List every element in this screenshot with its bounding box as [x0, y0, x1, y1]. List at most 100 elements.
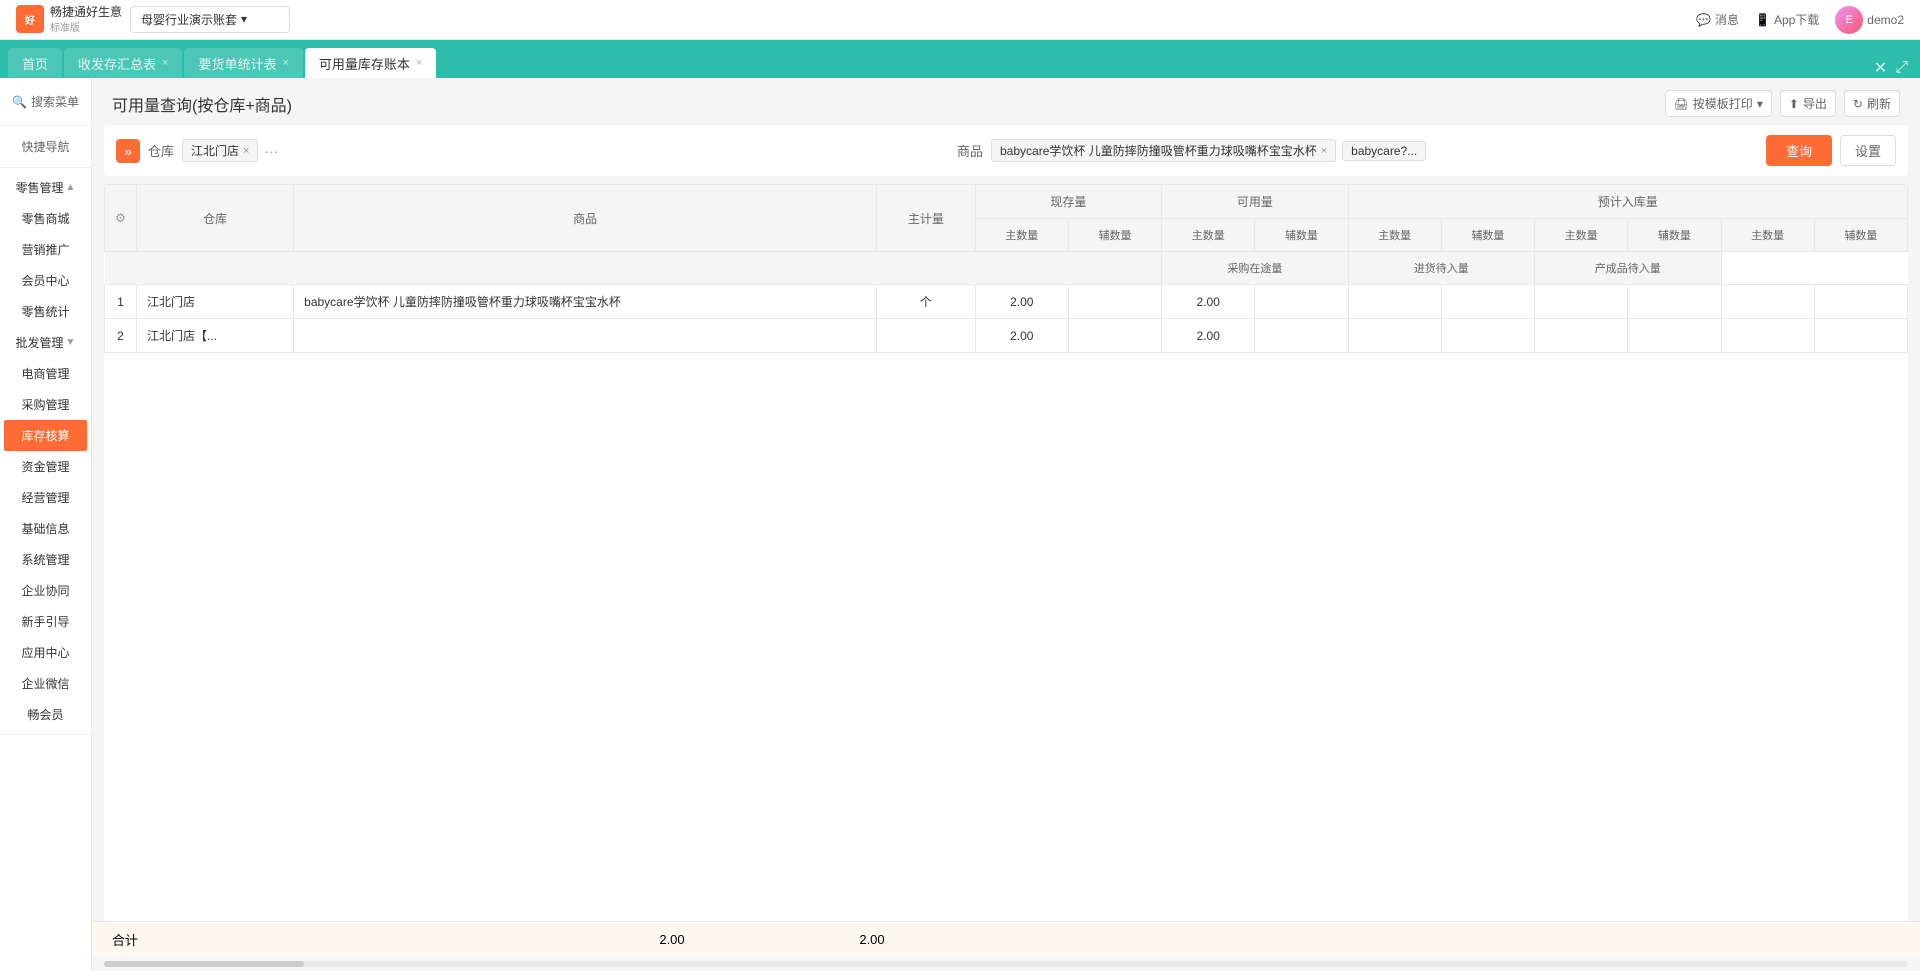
td-index-2: 2	[105, 319, 137, 353]
tab-receipt-summary[interactable]: 收发存汇总表 ×	[64, 48, 182, 78]
message-btn[interactable]: 💬 消息	[1696, 11, 1739, 28]
settings-gear-icon[interactable]: ⚙	[115, 211, 126, 225]
warehouse-tag-close[interactable]: ×	[243, 145, 249, 157]
tab-order-stats-close[interactable]: ×	[282, 57, 288, 69]
product-tag-2[interactable]: babycare?...	[1342, 141, 1426, 161]
sidebar-item-finance[interactable]: 资金管理	[0, 451, 91, 482]
sidebar-item-vip[interactable]: 畅会员	[0, 699, 91, 730]
sidebar-search-area: 🔍 搜索菜单	[0, 78, 91, 126]
refresh-label: 刷新	[1867, 95, 1891, 112]
sidebar-item-app-center-label: 应用中心	[21, 644, 69, 661]
sidebar-item-retail-mgmt[interactable]: 零售管理 ▲	[0, 172, 91, 203]
logo-text: 畅捷通好生意	[50, 5, 122, 19]
td-stock-main-1: 2.00	[975, 285, 1068, 319]
th-main-unit: 主计量	[877, 185, 975, 252]
search-menu-btn[interactable]: 🔍 搜索菜单	[8, 88, 83, 115]
td-warehouse-2: 江北门店【...	[137, 319, 294, 353]
sidebar-item-system-label: 系统管理	[21, 551, 69, 568]
content-area: 可用量查询(按仓库+商品) 🖨 按模板打印 ▾ ⬆ 导出 ↻ 刷新	[92, 78, 1920, 971]
sidebar-item-vip-label: 畅会员	[27, 706, 63, 723]
product-label: 商品	[957, 141, 983, 160]
top-bar: 好 畅捷通好生意 标准版 母婴行业演示账套 ▾ 💬 消息 📱 App下载 E d…	[0, 0, 1920, 40]
phone-icon: 📱	[1755, 13, 1770, 27]
org-selector[interactable]: 母婴行业演示账套 ▾	[130, 6, 290, 33]
th-pt-aux: 辅数量	[1441, 219, 1534, 252]
sidebar-item-retail-mall-label: 零售商城	[21, 210, 69, 227]
sidebar-item-inventory-label: 库存核算	[21, 427, 69, 444]
scroll-bar-area	[92, 957, 1920, 971]
sidebar-nav: 快捷导航	[0, 126, 91, 168]
sidebar-item-retail-stats[interactable]: 零售统计	[0, 296, 91, 327]
sidebar-item-wholesale[interactable]: 批发管理 ▼	[0, 327, 91, 358]
search-icon: 🔍	[12, 95, 27, 109]
sidebar-quick-nav[interactable]: 快捷导航	[0, 132, 91, 161]
th-stock-aux: 辅数量	[1068, 219, 1161, 252]
sidebar-item-basics-label: 基础信息	[21, 520, 69, 537]
filter-expand-btn[interactable]: »	[116, 139, 140, 163]
warehouse-tag[interactable]: 江北门店 ×	[182, 139, 258, 162]
export-btn[interactable]: ⬆ 导出	[1780, 90, 1836, 117]
sidebar-item-inventory[interactable]: 库存核算	[4, 420, 87, 451]
sidebar: 🔍 搜索菜单 快捷导航 零售管理 ▲ 零售商城 营销推广 会员中心	[0, 78, 92, 971]
td-warehouse-1: 江北门店	[137, 285, 294, 319]
close-tab-icon[interactable]: ✕	[1874, 58, 1887, 78]
sidebar-item-marketing-label: 营销推广	[21, 241, 69, 258]
warehouse-tag-text: 江北门店	[191, 142, 239, 159]
sidebar-item-retail-mgmt-label: 零售管理	[16, 179, 64, 196]
footer-avail-main: 2.00	[812, 932, 932, 947]
chevron-down-icon-2: ▾	[1757, 97, 1763, 111]
sidebar-item-basics[interactable]: 基础信息	[0, 513, 91, 544]
setting-button[interactable]: 设置	[1840, 135, 1896, 166]
td-pp-main-2	[1721, 319, 1814, 353]
tab-receipt-summary-close[interactable]: ×	[162, 57, 168, 69]
maximize-icon[interactable]: ⤢	[1895, 59, 1908, 77]
sidebar-item-ecommerce[interactable]: 电商管理	[0, 358, 91, 389]
td-ip-main-1	[1535, 285, 1628, 319]
search-label: 搜索菜单	[31, 93, 79, 110]
tab-available-stock[interactable]: 可用量库存账本 ×	[305, 48, 436, 78]
sidebar-item-enterprise-collab-label: 企业协同	[21, 582, 69, 599]
tab-available-stock-label: 可用量库存账本	[319, 54, 410, 73]
tab-order-stats[interactable]: 要货单统计表 ×	[184, 48, 302, 78]
print-icon: 🖨	[1674, 97, 1689, 111]
product-tag-1-text: babycare学饮杯 儿童防摔防撞吸管杯重力球吸嘴杯宝宝水杯	[1000, 142, 1317, 159]
scroll-thumb[interactable]	[104, 961, 304, 967]
page-title: 可用量查询(按仓库+商品)	[112, 92, 292, 116]
td-pt-main-1	[1348, 285, 1441, 319]
top-bar-left: 好 畅捷通好生意 标准版 母婴行业演示账套 ▾	[16, 5, 290, 34]
product-tags: babycare学饮杯 儿童防摔防撞吸管杯重力球吸嘴杯宝宝水杯 × babyca…	[991, 139, 1758, 162]
sidebar-item-enterprise-wechat[interactable]: 企业微信	[0, 668, 91, 699]
warehouse-more[interactable]: ···	[264, 143, 278, 159]
sidebar-item-wholesale-label: 批发管理	[16, 334, 64, 351]
sidebar-item-retail-mall[interactable]: 零售商城	[0, 203, 91, 234]
sidebar-item-app-center[interactable]: 应用中心	[0, 637, 91, 668]
tab-home[interactable]: 首页	[8, 48, 62, 78]
horizontal-scrollbar[interactable]	[104, 961, 1908, 967]
app-download-btn[interactable]: 📱 App下载	[1755, 11, 1819, 28]
refresh-btn[interactable]: ↻ 刷新	[1844, 90, 1900, 117]
tab-receipt-summary-label: 收发存汇总表	[78, 54, 156, 73]
product-tag-1-close[interactable]: ×	[1321, 145, 1327, 157]
sidebar-item-marketing[interactable]: 营销推广	[0, 234, 91, 265]
td-pt-aux-1	[1441, 285, 1534, 319]
sidebar-item-purchase[interactable]: 采购管理	[0, 389, 91, 420]
th-pp-aux: 辅数量	[1814, 219, 1907, 252]
sidebar-item-operations[interactable]: 经营管理	[0, 482, 91, 513]
sidebar-item-system[interactable]: 系统管理	[0, 544, 91, 575]
th-warehouse: 仓库	[137, 185, 294, 252]
th-avail-main: 主数量	[1162, 219, 1255, 252]
tab-available-stock-close[interactable]: ×	[416, 57, 422, 69]
org-name: 母婴行业演示账套	[141, 11, 237, 28]
product-tag-1[interactable]: babycare学饮杯 儿童防摔防撞吸管杯重力球吸嘴杯宝宝水杯 ×	[991, 139, 1336, 162]
query-button[interactable]: 查询	[1766, 135, 1832, 166]
data-table: ⚙ 仓库 商品 主计量 现存量 可用量 预计入库量 主数量 辅数量 主数量 辅数…	[104, 184, 1908, 353]
print-btn[interactable]: 🖨 按模板打印 ▾	[1665, 90, 1772, 117]
export-icon: ⬆	[1789, 97, 1799, 111]
sidebar-item-new-guide[interactable]: 新手引导	[0, 606, 91, 637]
footer-label: 合计	[112, 930, 612, 949]
td-ip-aux-1	[1628, 285, 1721, 319]
sidebar-item-enterprise-collab[interactable]: 企业协同	[0, 575, 91, 606]
user-area[interactable]: E demo2	[1835, 6, 1904, 34]
sidebar-item-member[interactable]: 会员中心	[0, 265, 91, 296]
th-pt-main: 主数量	[1348, 219, 1441, 252]
